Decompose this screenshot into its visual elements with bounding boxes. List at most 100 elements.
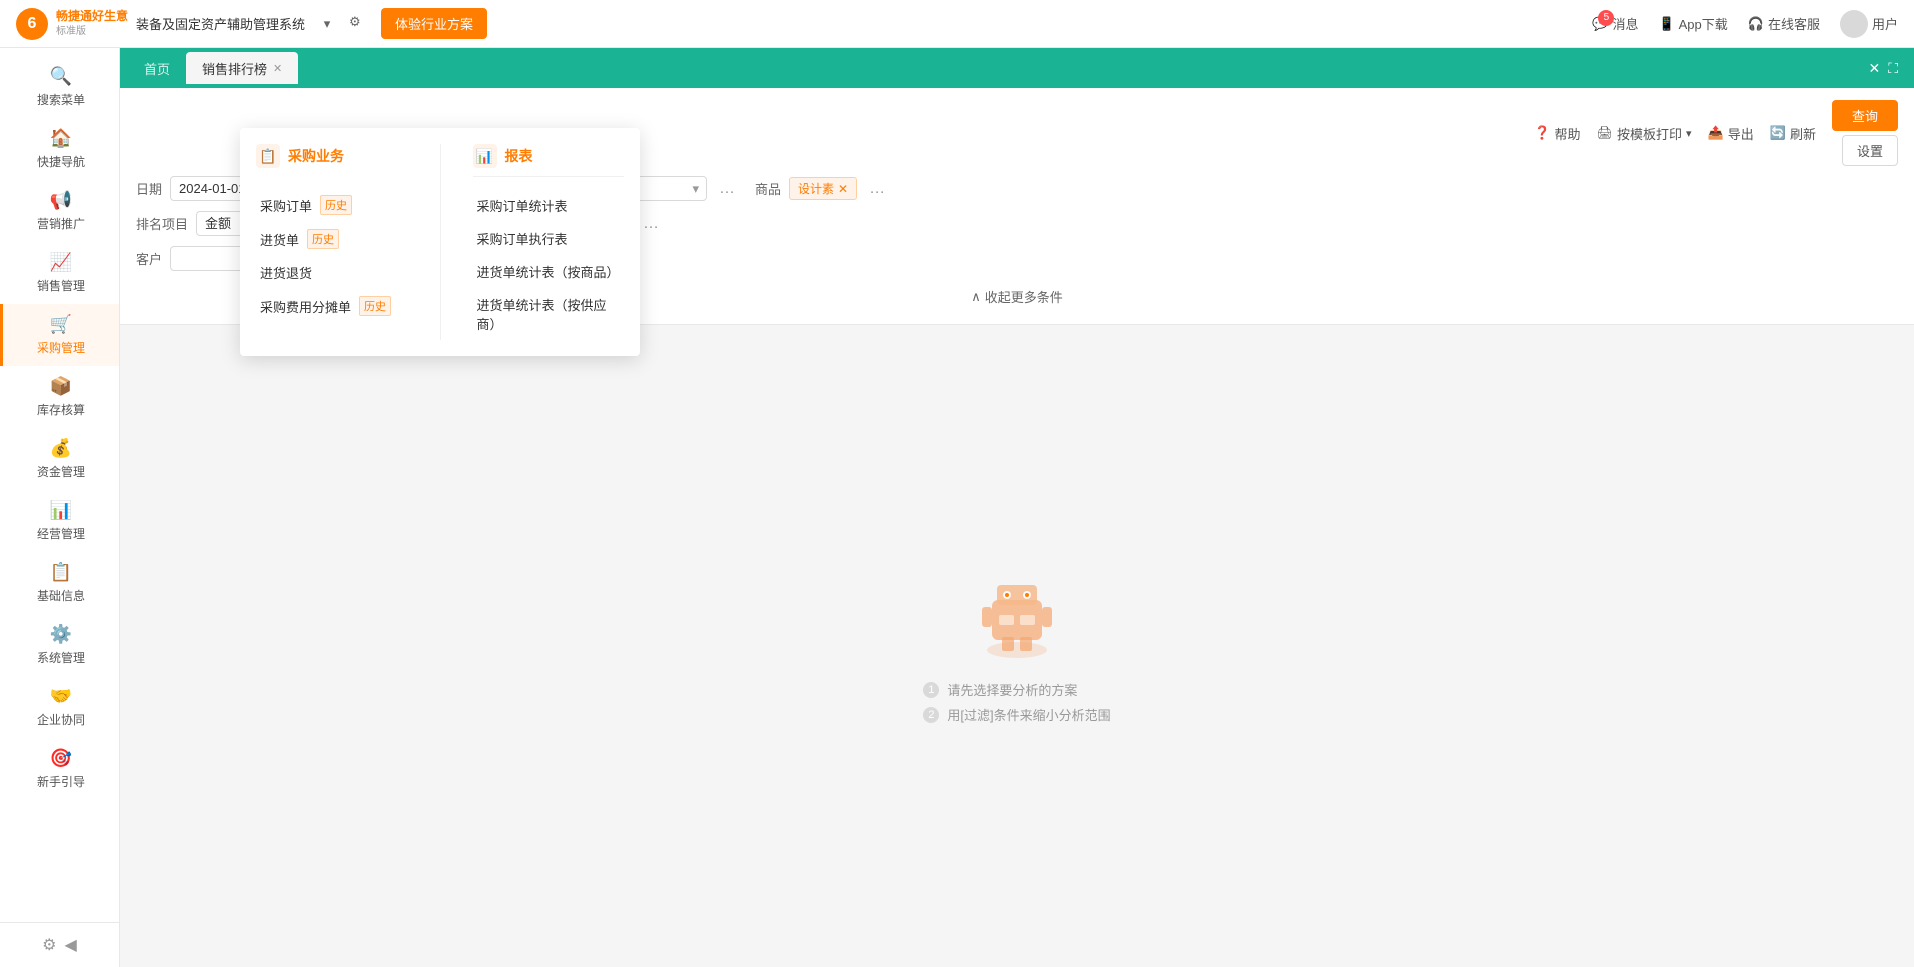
print-icon: 🖨 [1597,125,1614,141]
tab-window-close-icon[interactable]: ✕ [1868,60,1880,77]
sidebar-settings-button[interactable]: ⚙ [42,935,56,955]
dropdown-item-purchase-order-exec[interactable]: 采购订单执行表 [473,222,625,255]
tab-sales-rank[interactable]: 销售排行榜 ✕ [186,52,298,84]
tab-close-button[interactable]: ✕ [273,62,282,75]
sidebar-collapse-button[interactable]: ◀ [65,935,77,955]
goods-field: 商品 设计素 ✕ … [755,177,889,200]
message-button[interactable]: 💬 5 消息 [1592,14,1638,33]
print-button[interactable]: 🖨 按模板打印 ▾ [1597,124,1692,143]
rank-label: 排名项目 [136,214,188,233]
status-more-button[interactable]: … [715,180,739,198]
box-icon: 📦 [50,376,72,397]
help-label: 帮助 [1555,124,1581,143]
sidebar: 🔍 搜索菜单 🏠 快捷导航 📢 营销推广 📈 销售管理 🛒 采购管理 📦 库存核… [0,48,120,967]
sidebar-label-quick-nav: 快捷导航 [37,153,85,170]
system-dropdown-button[interactable]: ▾ [317,14,337,34]
sidebar-label-search: 搜索菜单 [37,91,85,108]
top-header: 6 畅捷通好生意 标准版 装备及固定资产辅助管理系统 ▾ ⚙ 体验行业方案 💬 … [0,0,1914,48]
tip-text-2: 用[过滤]条件来缩小分析范围 [947,705,1110,724]
tab-bar: 首页 销售排行榜 ✕ ✕ ⛶ [120,48,1914,88]
refresh-label: 刷新 [1790,124,1816,143]
sidebar-item-enterprise[interactable]: 🤝 企业协同 [0,676,119,738]
dropdown-item-purchase-cost[interactable]: 采购费用分摊单 历史 [256,289,408,323]
page-content: ❓ 帮助 🖨 按模板打印 ▾ 📤 导出 🔄 刷新 [120,88,1914,967]
salesman-more-button[interactable]: … [639,215,663,233]
headset-icon: 🎧 [1748,16,1764,32]
empty-svg-icon [967,565,1067,665]
system-settings-button[interactable]: ⚙ [349,14,369,34]
logo-sub: 标准版 [56,25,128,38]
settings-button[interactable]: 设置 [1842,135,1898,166]
purchase-col-title: 📋 采购业务 [256,144,408,176]
purchase-cost-history-tag: 历史 [359,296,391,316]
sidebar-item-marketing[interactable]: 📢 营销推广 [0,180,119,242]
help-icon: ❓ [1534,125,1550,141]
sidebar-item-basic-info[interactable]: 📋 基础信息 [0,552,119,614]
dropdown-item-purchase-order-stat[interactable]: 采购订单统计表 [473,189,625,222]
sidebar-item-finance[interactable]: 💰 资金管理 [0,428,119,490]
empty-tip-1: 1 请先选择要分析的方案 [923,680,1110,699]
tab-maximize-icon[interactable]: ⛶ [1888,60,1898,77]
goods-tag: 设计素 ✕ [789,177,857,200]
goods-label: 商品 [755,179,781,198]
export-label: 导出 [1728,124,1754,143]
app-download-button[interactable]: 📱 App下载 [1658,14,1727,33]
purchase-dropdown-menu: 📋 采购业务 采购订单 历史 进货单 历史 进货退货 [240,128,640,356]
sidebar-label-guide: 新手引导 [37,773,85,790]
refresh-icon: 🔄 [1770,125,1786,141]
purchase-order-exec-label: 采购订单执行表 [477,229,568,248]
collapse-button[interactable]: ∧ 收起更多条件 [965,281,1069,312]
refresh-button[interactable]: 🔄 刷新 [1770,124,1816,143]
content-area: 首页 销售排行榜 ✕ ✕ ⛶ ❓ 帮助 [120,48,1914,967]
dropdown-item-incoming-return[interactable]: 进货退货 [256,256,408,289]
export-button[interactable]: 📤 导出 [1708,124,1754,143]
goods-more-button[interactable]: … [865,180,889,198]
tab-sales-rank-label: 销售排行榜 [202,59,267,78]
customer-label: 客户 [136,249,162,268]
tip-num-2: 2 [923,707,939,723]
sidebar-item-guide[interactable]: 🎯 新手引导 [0,738,119,800]
sidebar-item-sales[interactable]: 📈 销售管理 [0,242,119,304]
user-avatar [1840,10,1868,38]
query-button[interactable]: 查询 [1832,100,1898,131]
tab-bar-right: ✕ ⛶ [1868,60,1906,77]
dropdown-columns: 📋 采购业务 采购订单 历史 进货单 历史 进货退货 [256,144,624,340]
empty-tips: 1 请先选择要分析的方案 2 用[过滤]条件来缩小分析范围 [923,680,1110,724]
goods-tag-close[interactable]: ✕ [838,182,848,196]
tab-home[interactable]: 首页 [128,52,186,84]
money-icon: 💰 [50,438,72,459]
purchase-col: 📋 采购业务 采购订单 历史 进货单 历史 进货退货 [256,144,408,340]
sidebar-item-inventory[interactable]: 📦 库存核算 [0,366,119,428]
report-col: 📊 报表 采购订单统计表 采购订单执行表 进货单统计表（按商品） [473,144,625,340]
main-layout: 🔍 搜索菜单 🏠 快捷导航 📢 营销推广 📈 销售管理 🛒 采购管理 📦 库存核… [0,48,1914,967]
sidebar-label-sales: 销售管理 [37,277,85,294]
empty-tip-2: 2 用[过滤]条件来缩小分析范围 [923,705,1110,724]
logo-text: 畅捷通好生意 标准版 [56,9,128,38]
sidebar-label-inventory: 库存核算 [37,401,85,418]
clipboard-icon: 📋 [50,562,72,583]
cart-icon: 🛒 [50,314,72,335]
gear-icon: ⚙️ [50,624,72,645]
sidebar-item-quick-nav[interactable]: 🏠 快捷导航 [0,118,119,180]
sidebar-item-system[interactable]: ⚙️ 系统管理 [0,614,119,676]
sidebar-item-purchase[interactable]: 🛒 采购管理 [0,304,119,366]
sidebar-label-operation: 经营管理 [37,525,85,542]
sidebar-item-operation[interactable]: 📊 经营管理 [0,490,119,552]
dropdown-item-incoming[interactable]: 进货单 历史 [256,222,408,256]
date-label: 日期 [136,179,162,198]
target-icon: 🎯 [50,748,72,769]
chevron-up-icon: ∧ [971,289,981,305]
purchase-order-history-tag: 历史 [320,195,352,215]
help-button[interactable]: ❓ 帮助 [1534,124,1580,143]
dropdown-item-incoming-stat-supplier[interactable]: 进货单统计表（按供应商） [473,288,625,340]
online-service-label: 在线客服 [1768,14,1820,33]
user-button[interactable]: 用户 [1840,10,1898,38]
online-service-button[interactable]: 🎧 在线客服 [1748,14,1820,33]
dropdown-item-purchase-order[interactable]: 采购订单 历史 [256,188,408,222]
dropdown-item-incoming-stat-goods[interactable]: 进货单统计表（按商品） [473,255,625,288]
sidebar-item-search[interactable]: 🔍 搜索菜单 [0,56,119,118]
industry-button[interactable]: 体验行业方案 [381,8,487,39]
incoming-stat-supplier-label: 进货单统计表（按供应商） [477,295,621,333]
purchase-cost-label: 采购费用分摊单 [260,297,351,316]
header-middle: 装备及固定资产辅助管理系统 ▾ ⚙ 体验行业方案 [136,8,1592,39]
